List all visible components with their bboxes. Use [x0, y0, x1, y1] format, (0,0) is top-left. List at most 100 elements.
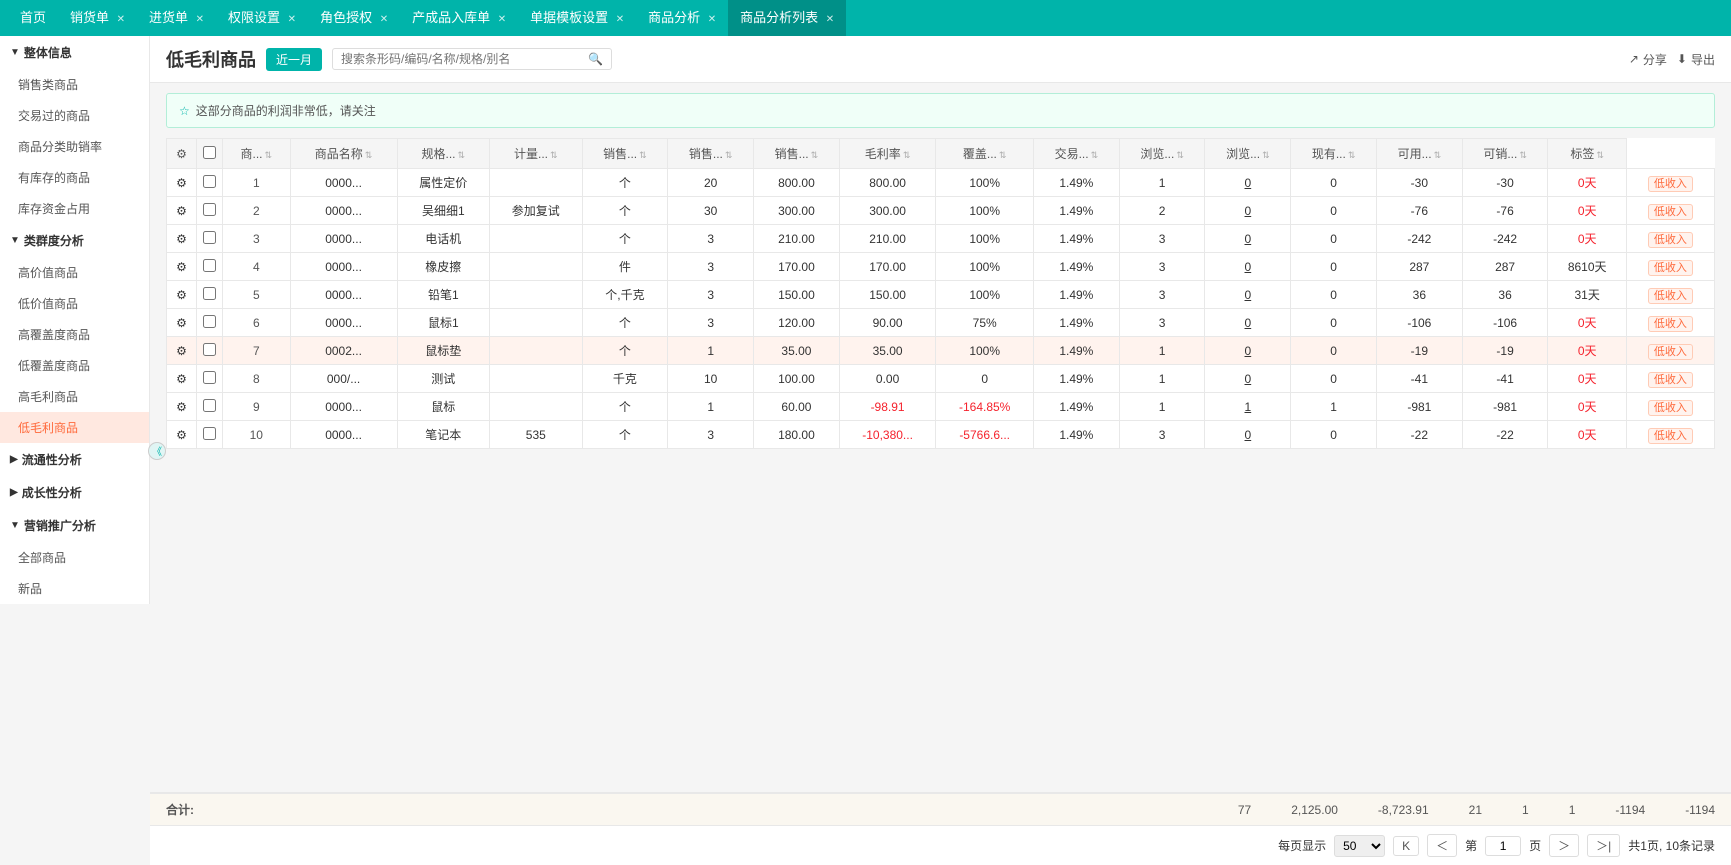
sidebar-item-low-coverage[interactable]: 低覆盖度商品 [0, 350, 149, 381]
nav-sales-close[interactable]: ✕ [117, 14, 125, 25]
nav-product-analysis-close[interactable]: ✕ [708, 14, 716, 25]
col-available[interactable]: 可用...⇅ [1376, 139, 1462, 169]
next-page-button[interactable]: ＞ [1549, 834, 1579, 857]
row-settings[interactable]: ⚙ [167, 281, 197, 309]
row-select-checkbox[interactable] [203, 259, 216, 272]
row-settings[interactable]: ⚙ [167, 225, 197, 253]
col-sales-profit[interactable]: 销售...⇅ [754, 139, 840, 169]
col-current[interactable]: 现有...⇅ [1291, 139, 1377, 169]
col-view1[interactable]: 浏览...⇅ [1119, 139, 1205, 169]
row-view1[interactable]: 1 [1205, 393, 1291, 421]
col-gross-margin[interactable]: 毛利率⇅ [839, 139, 936, 169]
row-checkbox[interactable] [197, 169, 223, 197]
row-settings[interactable]: ⚙ [167, 393, 197, 421]
sidebar-collapse-button[interactable]: 《 [148, 442, 166, 460]
row-settings[interactable]: ⚙ [167, 197, 197, 225]
row-view1[interactable]: 0 [1205, 365, 1291, 393]
share-button[interactable]: ↗ 分享 [1629, 51, 1667, 68]
nav-role-auth-close[interactable]: ✕ [380, 14, 388, 25]
col-saleable[interactable]: 可销...⇅ [1462, 139, 1548, 169]
row-settings[interactable]: ⚙ [167, 253, 197, 281]
search-icon[interactable]: 🔍 [588, 52, 603, 66]
nav-role-auth[interactable]: 角色授权 ✕ [308, 0, 400, 36]
row-select-checkbox[interactable] [203, 203, 216, 216]
period-button[interactable]: 近一月 [266, 48, 322, 71]
row-checkbox[interactable] [197, 337, 223, 365]
row-select-checkbox[interactable] [203, 175, 216, 188]
row-settings[interactable]: ⚙ [167, 365, 197, 393]
row-select-checkbox[interactable] [203, 343, 216, 356]
select-all-checkbox[interactable] [203, 146, 216, 159]
first-page-button[interactable]: K [1393, 836, 1419, 856]
row-settings[interactable]: ⚙ [167, 337, 197, 365]
nav-permissions[interactable]: 权限设置 ✕ [216, 0, 308, 36]
row-settings[interactable]: ⚙ [167, 309, 197, 337]
nav-template-close[interactable]: ✕ [616, 14, 624, 25]
nav-template-settings[interactable]: 单据模板设置 ✕ [518, 0, 636, 36]
row-view1[interactable]: 0 [1205, 197, 1291, 225]
col-unit[interactable]: 计量...⇅ [490, 139, 583, 169]
col-code[interactable]: 商...⇅ [223, 139, 291, 169]
sidebar-item-new-goods[interactable]: 新品 [0, 573, 149, 604]
sidebar-group-overall[interactable]: ▼ 整体信息 [0, 36, 149, 69]
row-view1[interactable]: 0 [1205, 225, 1291, 253]
col-sales-count[interactable]: 销售...⇅ [582, 139, 668, 169]
row-checkbox[interactable] [197, 421, 223, 449]
row-checkbox[interactable] [197, 253, 223, 281]
col-settings[interactable]: ⚙ [167, 139, 197, 169]
sidebar-item-sales-goods[interactable]: 销售类商品 [0, 69, 149, 100]
col-spec[interactable]: 规格...⇅ [397, 139, 490, 169]
col-coverage[interactable]: 覆盖...⇅ [936, 139, 1034, 169]
sidebar-group-circulation[interactable]: ▶ 流通性分析 [0, 443, 149, 476]
page-size-select[interactable]: 10 20 50 100 [1334, 835, 1385, 857]
sidebar-group-cluster[interactable]: ▼ 类群度分析 [0, 224, 149, 257]
nav-purchase-close[interactable]: ✕ [196, 14, 204, 25]
row-checkbox[interactable] [197, 393, 223, 421]
col-view2[interactable]: 浏览...⇅ [1205, 139, 1291, 169]
row-select-checkbox[interactable] [203, 231, 216, 244]
row-select-checkbox[interactable] [203, 371, 216, 384]
col-trade-count[interactable]: 交易...⇅ [1033, 139, 1119, 169]
row-view1[interactable]: 0 [1205, 421, 1291, 449]
sidebar-item-high-value[interactable]: 高价值商品 [0, 257, 149, 288]
prev-page-button[interactable]: ＜ [1427, 834, 1457, 857]
row-view1[interactable]: 0 [1205, 337, 1291, 365]
sidebar-item-in-stock[interactable]: 有库存的商品 [0, 162, 149, 193]
nav-product-analysis[interactable]: 商品分析 ✕ [636, 0, 728, 36]
search-input[interactable] [341, 52, 588, 66]
sidebar-item-low-margin[interactable]: 低毛利商品 [0, 412, 149, 443]
nav-purchase[interactable]: 进货单 ✕ [137, 0, 216, 36]
col-name[interactable]: 商品名称⇅ [290, 139, 397, 169]
row-checkbox[interactable] [197, 309, 223, 337]
nav-product-analysis-list-close[interactable]: ✕ [826, 14, 834, 25]
col-tag[interactable]: 标签⇅ [1548, 139, 1626, 169]
row-select-checkbox[interactable] [203, 427, 216, 440]
sidebar-item-high-margin[interactable]: 高毛利商品 [0, 381, 149, 412]
row-checkbox[interactable] [197, 197, 223, 225]
row-select-checkbox[interactable] [203, 399, 216, 412]
sidebar-item-category-sales[interactable]: 商品分类助销率 [0, 131, 149, 162]
nav-sales[interactable]: 销货单 ✕ [58, 0, 137, 36]
nav-home[interactable]: 首页 [8, 0, 58, 36]
row-checkbox[interactable] [197, 365, 223, 393]
row-view1[interactable]: 0 [1205, 309, 1291, 337]
row-select-checkbox[interactable] [203, 315, 216, 328]
last-page-button[interactable]: ＞| [1587, 834, 1620, 857]
row-view1[interactable]: 0 [1205, 169, 1291, 197]
row-view1[interactable]: 0 [1205, 281, 1291, 309]
export-button[interactable]: ⬇ 导出 [1677, 51, 1715, 68]
row-settings[interactable]: ⚙ [167, 169, 197, 197]
page-number-input[interactable] [1485, 836, 1521, 856]
sidebar-item-high-coverage[interactable]: 高覆盖度商品 [0, 319, 149, 350]
nav-product-entry-close[interactable]: ✕ [498, 14, 506, 25]
row-view1[interactable]: 0 [1205, 253, 1291, 281]
row-checkbox[interactable] [197, 281, 223, 309]
row-checkbox[interactable] [197, 225, 223, 253]
row-select-checkbox[interactable] [203, 287, 216, 300]
row-settings[interactable]: ⚙ [167, 421, 197, 449]
sidebar-item-stock-capital[interactable]: 库存资金占用 [0, 193, 149, 224]
col-checkbox[interactable] [197, 139, 223, 169]
sidebar-group-growth[interactable]: ▶ 成长性分析 [0, 476, 149, 509]
nav-product-entry[interactable]: 产成品入库单 ✕ [400, 0, 518, 36]
sidebar-item-low-value[interactable]: 低价值商品 [0, 288, 149, 319]
